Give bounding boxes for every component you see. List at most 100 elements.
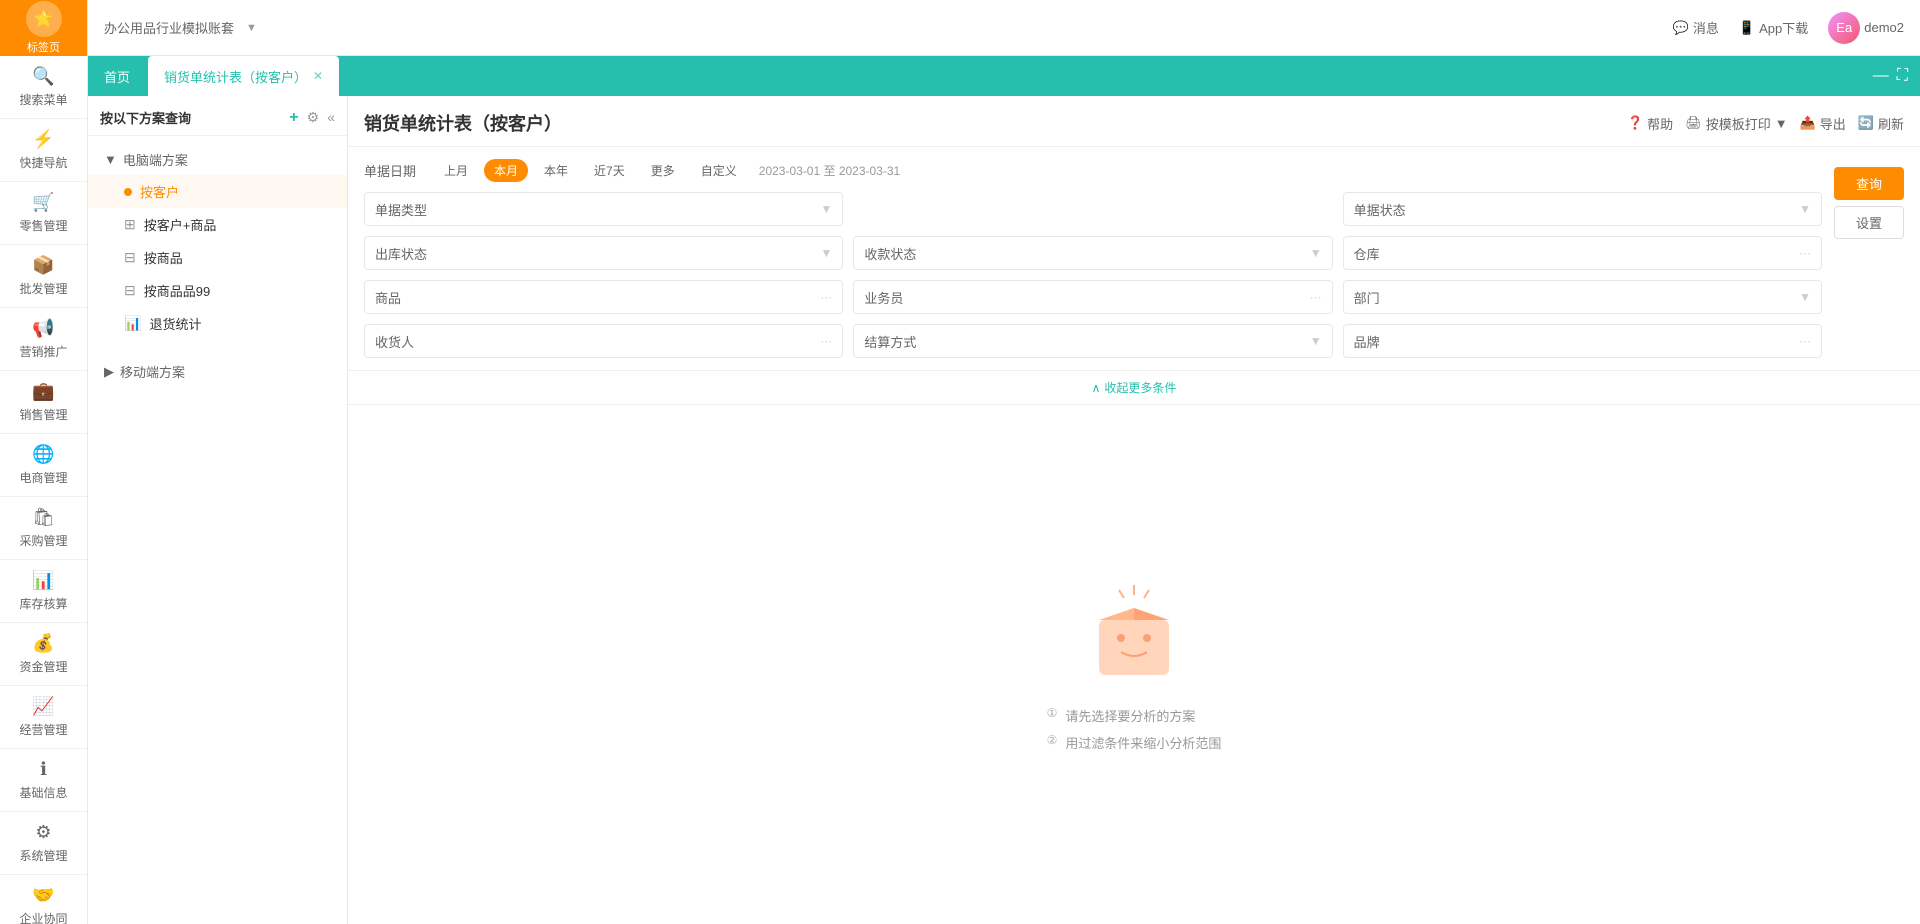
outbound-status-filter[interactable]: 出库状态 ▼ xyxy=(364,236,843,270)
refresh-btn[interactable]: 🔄 刷新 xyxy=(1858,114,1904,133)
scheme-customer-product[interactable]: ⊞ 按客户+商品 xyxy=(88,208,347,241)
salesperson-filter[interactable]: 业务员 ··· xyxy=(853,280,1332,314)
tab-bar: 首页 销货单统计表（按客户） ✕ — ⛶ xyxy=(88,56,1920,96)
message-label: 消息 xyxy=(1693,18,1719,37)
date-tag-last-month[interactable]: 上月 xyxy=(434,159,478,182)
empty-hint-2: ② 用过滤条件来缩小分析范围 xyxy=(1047,733,1222,752)
scheme-product-99[interactable]: ⊟ 按商品品99 xyxy=(88,274,347,307)
message-btn[interactable]: 💬 消息 xyxy=(1673,18,1719,37)
app-download-btn[interactable]: 📱 App下载 xyxy=(1739,18,1808,37)
sidebar-item-business[interactable]: 📈 经营管理 xyxy=(0,686,88,749)
export-btn[interactable]: 📤 导出 xyxy=(1800,114,1846,133)
sidebar-item-purchase[interactable]: 🛍 采购管理 xyxy=(0,497,88,560)
sidebar-item-enterprise[interactable]: 🤝 企业协同 xyxy=(0,875,88,924)
warehouse-filter[interactable]: 仓库 ··· xyxy=(1343,236,1822,270)
sidebar-item-inventory[interactable]: 📊 库存核算 xyxy=(0,560,88,623)
industry-dropdown-icon[interactable]: ▼ xyxy=(246,22,257,34)
left-panel: 按以下方案查询 + ⚙ « ▼ 电脑端方案 按客户 ⊞ 按客户+ xyxy=(88,96,348,924)
add-scheme-icon[interactable]: + xyxy=(289,109,298,127)
collapse-row[interactable]: ∧ 收起更多条件 xyxy=(348,371,1920,405)
sidebar-item-ecommerce[interactable]: 🌐 电商管理 xyxy=(0,434,88,497)
date-tag-last7[interactable]: 近7天 xyxy=(584,159,635,182)
tab-sales-stat[interactable]: 销货单统计表（按客户） ✕ xyxy=(148,56,339,96)
query-button[interactable]: 查询 xyxy=(1834,167,1904,200)
sidebar-item-label-retail: 零售管理 xyxy=(19,217,67,234)
receiver-filter[interactable]: 收货人 ··· xyxy=(364,324,843,358)
date-tag-custom[interactable]: 自定义 xyxy=(691,159,747,182)
window-minimize-icon[interactable]: — xyxy=(1873,67,1889,85)
salesperson-label: 业务员 xyxy=(864,288,903,307)
product-more-icon: ··· xyxy=(820,290,832,304)
wholesale-icon: 📦 xyxy=(32,255,54,276)
template-print-btn[interactable]: 🖨 按模板打印 ▼ xyxy=(1685,114,1787,133)
ecommerce-icon: 🌐 xyxy=(32,444,54,465)
brand-filter[interactable]: 品牌 ··· xyxy=(1343,324,1822,358)
left-panel-header: 按以下方案查询 + ⚙ « xyxy=(88,96,347,136)
grid-icon: ⊞ xyxy=(124,216,136,233)
tab-home-label: 首页 xyxy=(104,67,130,86)
date-tag-more[interactable]: 更多 xyxy=(641,159,685,182)
collapse-panel-icon[interactable]: « xyxy=(327,109,335,127)
page-title: 销货单统计表（按客户） xyxy=(364,110,562,136)
collapse-label: 收起更多条件 xyxy=(1104,379,1176,396)
tab-close-icon[interactable]: ✕ xyxy=(313,69,323,83)
desktop-group-label: 电脑端方案 xyxy=(123,150,188,169)
sidebar-item-label-search-menu: 搜索菜单 xyxy=(19,91,67,108)
user-name: demo2 xyxy=(1864,20,1904,35)
window-maximize-icon[interactable]: ⛶ xyxy=(1897,67,1908,85)
sidebar-item-marketing[interactable]: 📢 营销推广 xyxy=(0,308,88,371)
sidebar-item-basic[interactable]: ℹ 基础信息 xyxy=(0,749,88,812)
sidebar-item-finance[interactable]: 💰 资金管理 xyxy=(0,623,88,686)
sidebar-item-retail[interactable]: 🛒 零售管理 xyxy=(0,182,88,245)
payment-method-filter[interactable]: 结算方式 ▼ xyxy=(853,324,1332,358)
settings-button[interactable]: 设置 xyxy=(1834,206,1904,239)
scheme-by-customer[interactable]: 按客户 xyxy=(88,175,347,208)
desktop-group-title[interactable]: ▼ 电脑端方案 xyxy=(88,144,347,175)
payment-status-filter[interactable]: 收款状态 ▼ xyxy=(853,236,1332,270)
brand-more-icon: ··· xyxy=(1799,334,1811,348)
doc-status-filter[interactable]: 单据状态 ▼ xyxy=(1343,192,1822,226)
hint-text-2: 用过滤条件来缩小分析范围 xyxy=(1065,733,1221,752)
app-download-icon: 📱 xyxy=(1739,20,1755,36)
sidebar-item-sales[interactable]: 💼 销售管理 xyxy=(0,371,88,434)
sidebar-item-label-ecommerce: 电商管理 xyxy=(19,469,67,486)
desktop-scheme-group: ▼ 电脑端方案 按客户 ⊞ 按客户+商品 ⊟ 按商品 ⊟ 按商品品99 xyxy=(88,136,347,348)
basic-icon: ℹ xyxy=(40,759,47,780)
desktop-expand-icon: ▼ xyxy=(104,152,117,167)
doc-type-filter[interactable]: 单据类型 ▼ xyxy=(364,192,843,226)
system-icon: ⚙ xyxy=(35,822,51,843)
scheme-by-product[interactable]: ⊟ 按商品 xyxy=(88,241,347,274)
sidebar-item-quick-nav[interactable]: ⚡ 快捷导航 xyxy=(0,119,88,182)
doc-type-label: 单据类型 xyxy=(375,200,427,219)
date-tag-this-year[interactable]: 本年 xyxy=(534,159,578,182)
tab-sales-stat-label: 销货单统计表（按客户） xyxy=(164,67,307,86)
logo-icon: 🌟 xyxy=(26,1,62,37)
scheme-by-customer-label: 按客户 xyxy=(140,182,179,201)
scheme-return-stat-label: 退货统计 xyxy=(149,314,201,333)
header-actions: 💬 消息 📱 App下载 Ea demo2 xyxy=(1673,12,1904,44)
user-avatar: Ea xyxy=(1828,12,1860,44)
sidebar-item-wholesale[interactable]: 📦 批发管理 xyxy=(0,245,88,308)
left-panel-title: 按以下方案查询 xyxy=(100,108,283,127)
mobile-group-title[interactable]: ▶ 移动端方案 xyxy=(88,356,347,387)
scheme-return-stat[interactable]: 📊 退货统计 xyxy=(88,307,347,340)
department-filter[interactable]: 部门 ▼ xyxy=(1343,280,1822,314)
scheme-settings-icon[interactable]: ⚙ xyxy=(307,109,320,127)
brand-label: 品牌 xyxy=(1354,332,1380,351)
business-icon: 📈 xyxy=(32,696,54,717)
sidebar-item-system[interactable]: ⚙ 系统管理 xyxy=(0,812,88,875)
department-dropdown-icon: ▼ xyxy=(1799,290,1811,304)
scheme-product-99-label: 按商品品99 xyxy=(144,281,210,300)
help-btn[interactable]: ❓ 帮助 xyxy=(1627,114,1673,133)
hint-text-1: 请先选择要分析的方案 xyxy=(1065,706,1195,725)
date-tag-this-month[interactable]: 本月 xyxy=(484,159,528,182)
product-label: 商品 xyxy=(375,288,401,307)
purchase-icon: 🛍 xyxy=(32,507,55,528)
page-actions: ❓ 帮助 🖨 按模板打印 ▼ 📤 导出 🔄 刷新 xyxy=(1627,114,1904,133)
tab-home[interactable]: 首页 xyxy=(88,56,146,96)
user-area[interactable]: Ea demo2 xyxy=(1828,12,1904,44)
sidebar-item-label-inventory: 库存核算 xyxy=(19,595,67,612)
product-filter[interactable]: 商品 ··· xyxy=(364,280,843,314)
scheme-by-product-label: 按商品 xyxy=(144,248,183,267)
sidebar-item-search-menu[interactable]: 🔍 搜索菜单 xyxy=(0,56,88,119)
